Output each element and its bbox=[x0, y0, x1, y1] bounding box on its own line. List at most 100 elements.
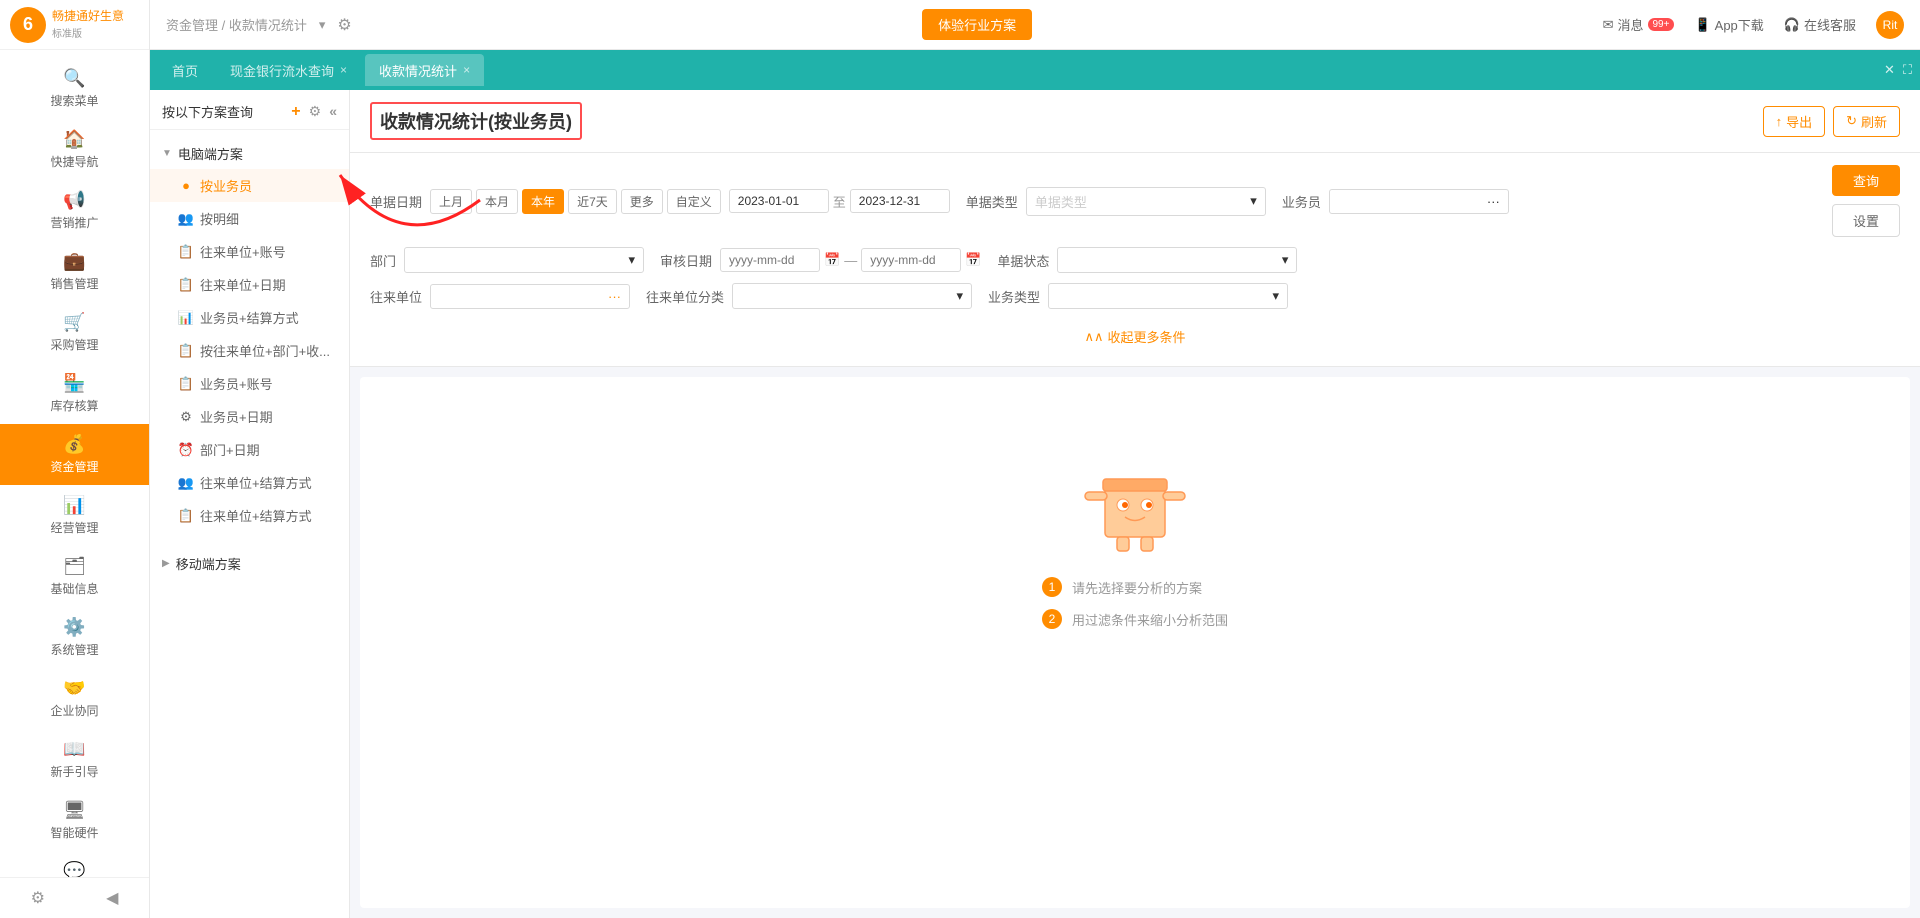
doc-status-dropdown-icon: ▾ bbox=[1282, 252, 1289, 268]
sidebar-item-enterprise[interactable]: 🤝 企业协同 bbox=[0, 668, 149, 729]
add-scheme-icon[interactable]: + bbox=[291, 103, 300, 121]
query-btn[interactable]: 查询 bbox=[1832, 165, 1900, 196]
scheme-item-sales-settle[interactable]: 📊 业务员+结算方式 bbox=[150, 301, 349, 334]
user-name: Rit bbox=[1883, 18, 1898, 32]
sidebar-item-marketing[interactable]: 📢 营销推广 bbox=[0, 180, 149, 241]
partner-category-label: 往来单位分类 bbox=[646, 287, 724, 306]
solution-btn[interactable]: 体验行业方案 bbox=[922, 9, 1032, 40]
sidebar-item-hardware[interactable]: 🖥 智能硬件 bbox=[0, 790, 149, 851]
scheme-item-unit-settle2[interactable]: 📋 往来单位+结算方式 bbox=[150, 499, 349, 532]
sidebar-item-guide[interactable]: 📖 新手引导 bbox=[0, 729, 149, 790]
tab-receipt[interactable]: 收款情况统计 × bbox=[365, 54, 484, 86]
message-badge: 99+ bbox=[1648, 18, 1675, 31]
sidebar-item-guide-label: 新手引导 bbox=[50, 763, 98, 780]
sidebar-item-inventory-label: 库存核算 bbox=[50, 397, 98, 414]
collapse-panel-icon[interactable]: « bbox=[329, 103, 337, 121]
sidebar-nav: 🔍 搜索菜单 🏠 快捷导航 📢 营销推广 💼 销售管理 🛒 采购管理 🏪 bbox=[0, 50, 149, 877]
sidebar-item-inventory[interactable]: 🏪 库存核算 bbox=[0, 363, 149, 424]
app-download-btn[interactable]: 📱 App下载 bbox=[1694, 15, 1763, 34]
scheme-section-mobile: ▶ 移动端方案 bbox=[150, 540, 349, 587]
date-btn-7days[interactable]: 近7天 bbox=[568, 189, 617, 214]
message-btn[interactable]: ✉ 消息 99+ bbox=[1603, 15, 1675, 34]
refresh-btn[interactable]: ↻ 刷新 bbox=[1833, 106, 1900, 137]
sidebar-item-wechat[interactable]: 💬 企业微信 bbox=[0, 851, 149, 877]
sidebar-item-enterprise-label: 企业协同 bbox=[50, 702, 98, 719]
dept-date-icon: ⏰ bbox=[178, 442, 194, 458]
scheme-item-detail-label: 按明细 bbox=[200, 209, 239, 228]
partner-more-btn[interactable]: ··· bbox=[608, 289, 621, 304]
sidebar-item-purchase-label: 采购管理 bbox=[50, 336, 98, 353]
date-btn-this-year[interactable]: 本年 bbox=[522, 189, 564, 214]
system-icon: ⚙️ bbox=[63, 617, 85, 638]
dept-select[interactable]: ▾ bbox=[404, 247, 644, 273]
doc-type-select[interactable]: 单据类型 ▾ bbox=[1026, 187, 1266, 216]
audit-date-to-input[interactable] bbox=[861, 248, 961, 272]
collapse-sidebar-icon[interactable]: ◀ bbox=[106, 888, 118, 908]
scheme-item-detail[interactable]: 👥 按明细 bbox=[150, 202, 349, 235]
sidebar-item-marketing-label: 营销推广 bbox=[50, 214, 98, 231]
sidebar-item-capital[interactable]: 💰 资金管理 bbox=[0, 424, 149, 485]
audit-cal2-icon[interactable]: 📅 bbox=[965, 252, 981, 268]
date-btn-this-month[interactable]: 本月 bbox=[476, 189, 518, 214]
tab-bank[interactable]: 现金银行流水查询 × bbox=[216, 54, 361, 86]
filter-row-2: 部门 ▾ 审核日期 📅 — bbox=[370, 247, 1900, 273]
window-maximize-icon[interactable]: ⛶ bbox=[1903, 62, 1912, 78]
audit-date-label: 审核日期 bbox=[660, 251, 712, 270]
date-btn-more[interactable]: 更多 bbox=[621, 189, 663, 214]
scheme-item-sales-settle-label: 业务员+结算方式 bbox=[200, 308, 299, 327]
partner-input[interactable]: ··· bbox=[430, 284, 630, 309]
doc-status-select[interactable]: ▾ bbox=[1057, 247, 1297, 273]
filter-row-3: 往来单位 ··· 往来单位分类 ▾ bbox=[370, 283, 1900, 309]
scheme-item-sales-date[interactable]: ⚙ 业务员+日期 bbox=[150, 400, 349, 433]
filter-dept: 部门 ▾ bbox=[370, 247, 644, 273]
export-btn[interactable]: ↑ 导出 bbox=[1763, 106, 1826, 137]
sidebar-item-sales[interactable]: 💼 销售管理 bbox=[0, 241, 149, 302]
scheme-item-dept-date[interactable]: ⏰ 部门+日期 bbox=[150, 433, 349, 466]
guide-icon: 📖 bbox=[63, 739, 85, 760]
sidebar-item-operation[interactable]: 📊 经营管理 bbox=[0, 485, 149, 546]
date-btn-custom[interactable]: 自定义 bbox=[667, 189, 721, 214]
scheme-item-unit-dept[interactable]: 📋 按往来单位+部门+收... bbox=[150, 334, 349, 367]
mobile-arrow-icon: ▶ bbox=[162, 558, 170, 569]
window-close-icon[interactable]: ✕ bbox=[1884, 62, 1895, 78]
date-btn-last-month[interactable]: 上月 bbox=[430, 189, 472, 214]
partner-category-select[interactable]: ▾ bbox=[732, 283, 972, 309]
date-from-input[interactable] bbox=[729, 189, 829, 213]
collapse-filter-btn[interactable]: ∧∧ 收起更多条件 bbox=[370, 319, 1900, 354]
scheme-item-unit-date[interactable]: 📋 往来单位+日期 bbox=[150, 268, 349, 301]
scheme-item-sales-account[interactable]: 📋 业务员+账号 bbox=[150, 367, 349, 400]
biz-type-select[interactable]: ▾ bbox=[1048, 283, 1288, 309]
topbar-gear-icon[interactable]: ⚙ bbox=[337, 15, 351, 35]
sidebar-bottom: ⚙ ◀ bbox=[0, 877, 149, 918]
sidebar-item-basic-label: 基础信息 bbox=[50, 580, 98, 597]
sidebar-item-purchase[interactable]: 🛒 采购管理 bbox=[0, 302, 149, 363]
sidebar-item-quicknav[interactable]: 🏠 快捷导航 bbox=[0, 119, 149, 180]
online-service-btn[interactable]: 🎧 在线客服 bbox=[1784, 15, 1856, 34]
sidebar-item-search[interactable]: 🔍 搜索菜单 bbox=[0, 58, 149, 119]
empty-tips: 1 请先选择要分析的方案 2 用过滤条件来缩小分析范围 bbox=[1042, 577, 1228, 629]
scheme-group-mobile[interactable]: ▶ 移动端方案 bbox=[150, 548, 349, 579]
user-avatar[interactable]: Rit bbox=[1876, 11, 1904, 39]
scheme-item-unit-account[interactable]: 📋 往来单位+账号 bbox=[150, 235, 349, 268]
logo-badge: 标准版 bbox=[52, 25, 124, 40]
collapse-chevron-icon: ∧∧ bbox=[1084, 329, 1103, 345]
breadcrumb-dropdown-icon[interactable]: ▾ bbox=[319, 17, 326, 33]
tab-home[interactable]: 首页 bbox=[158, 54, 212, 86]
filter-audit-date: 审核日期 📅 — 📅 bbox=[660, 248, 981, 272]
scheme-item-unit-settle1[interactable]: 👥 往来单位+结算方式 bbox=[150, 466, 349, 499]
audit-cal1-icon[interactable]: 📅 bbox=[824, 252, 840, 268]
gear-scheme-icon[interactable]: ⚙ bbox=[309, 103, 322, 121]
scheme-item-salesperson[interactable]: ● 按业务员 bbox=[150, 169, 349, 202]
date-to-input[interactable] bbox=[850, 189, 950, 213]
tab-bank-label: 现金银行流水查询 bbox=[230, 61, 334, 80]
setting-btn[interactable]: 设置 bbox=[1832, 204, 1900, 237]
sidebar-item-basic[interactable]: 🗂 基础信息 bbox=[0, 546, 149, 607]
sidebar-item-system[interactable]: ⚙️ 系统管理 bbox=[0, 607, 149, 668]
settings-bottom-icon[interactable]: ⚙ bbox=[31, 888, 45, 908]
audit-date-from-input[interactable] bbox=[720, 248, 820, 272]
tab-bank-close-icon[interactable]: × bbox=[340, 63, 347, 77]
quicknav-icon: 🏠 bbox=[63, 129, 85, 150]
salesperson-select[interactable]: ··· bbox=[1329, 189, 1509, 214]
scheme-group-desktop[interactable]: ▼ 电脑端方案 bbox=[150, 138, 349, 169]
tab-receipt-close-icon[interactable]: × bbox=[463, 63, 470, 77]
